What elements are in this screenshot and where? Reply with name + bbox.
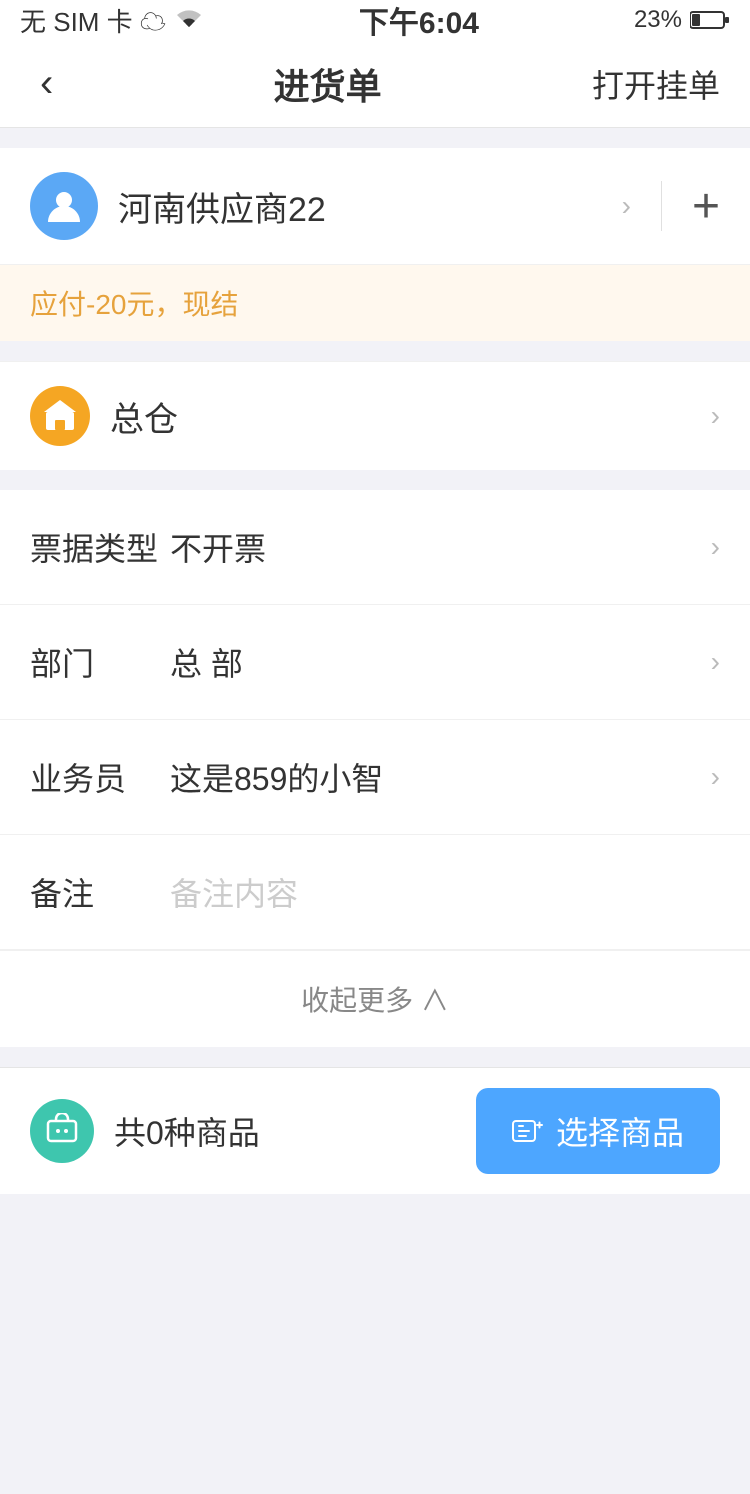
supplier-avatar (30, 172, 98, 240)
status-time: 下午6:04 (359, 0, 479, 42)
remark-label: 备注 (30, 869, 170, 915)
nav-bar: ‹ 进货单 打开挂单 (0, 40, 750, 128)
department-value: 总 部 (170, 639, 711, 685)
supplier-section: 河南供应商22 › + 应付-20元，现结 (0, 148, 750, 341)
open-hang-button[interactable]: 打开挂单 (592, 61, 720, 107)
select-product-label: 选择商品 (556, 1108, 684, 1154)
warehouse-section: 总仓 › (0, 361, 750, 470)
form-section: 票据类型 不开票 › 部门 总 部 › 业务员 这是859的小智 › 备注 备注… (0, 490, 750, 1047)
invoice-type-value: 不开票 (170, 524, 711, 570)
sales-rep-chevron-icon: › (711, 761, 720, 793)
notice-text: 应付-20元，现结 (30, 289, 238, 320)
collapse-button[interactable]: 收起更多 ∧ (0, 950, 750, 1047)
status-bar: 无 SIM 卡 ☁ 下午6:04 23% (0, 0, 750, 40)
sales-rep-label: 业务员 (30, 754, 170, 800)
top-divider (0, 128, 750, 148)
separator (661, 181, 662, 231)
sales-rep-row[interactable]: 业务员 这是859的小智 › (0, 720, 750, 835)
select-product-icon (512, 1117, 544, 1145)
supplier-row[interactable]: 河南供应商22 › + (0, 148, 750, 265)
warehouse-icon-wrap (30, 386, 90, 446)
wifi-icon (174, 9, 204, 31)
page-title: 进货单 (274, 58, 382, 110)
department-chevron-icon: › (711, 646, 720, 678)
warehouse-icon (42, 398, 78, 434)
product-count-icon-wrap (30, 1099, 94, 1163)
supplier-chevron-icon: › (622, 190, 631, 222)
product-count-text: 共0种商品 (114, 1108, 476, 1154)
sim-text: 无 SIM 卡 ☁ (20, 2, 166, 39)
invoice-type-label: 票据类型 (30, 524, 170, 570)
battery-icon (690, 9, 730, 31)
remark-placeholder: 备注内容 (170, 869, 720, 915)
back-button[interactable]: ‹ (30, 51, 63, 116)
bottom-empty-area (0, 1194, 750, 1494)
warehouse-row[interactable]: 总仓 › (0, 361, 750, 470)
supplier-name: 河南供应商22 (118, 182, 622, 231)
sales-rep-value: 这是859的小智 (170, 754, 711, 800)
status-right: 23% (634, 6, 730, 34)
warehouse-chevron-icon: › (711, 400, 720, 432)
invoice-chevron-icon: › (711, 531, 720, 563)
person-icon (44, 186, 84, 226)
remark-row[interactable]: 备注 备注内容 (0, 835, 750, 950)
battery-text: 23% (634, 6, 682, 34)
bottom-bar: 共0种商品 选择商品 (0, 1067, 750, 1194)
notice-banner: 应付-20元，现结 (0, 265, 750, 341)
add-supplier-button[interactable]: + (692, 179, 720, 234)
warehouse-label: 总仓 (110, 392, 711, 441)
department-label: 部门 (30, 639, 170, 685)
status-left: 无 SIM 卡 ☁ (20, 2, 204, 39)
cart-icon (44, 1113, 80, 1149)
collapse-label: 收起更多 ∧ (301, 985, 449, 1016)
select-product-button[interactable]: 选择商品 (476, 1088, 720, 1174)
department-row[interactable]: 部门 总 部 › (0, 605, 750, 720)
invoice-type-row[interactable]: 票据类型 不开票 › (0, 490, 750, 605)
